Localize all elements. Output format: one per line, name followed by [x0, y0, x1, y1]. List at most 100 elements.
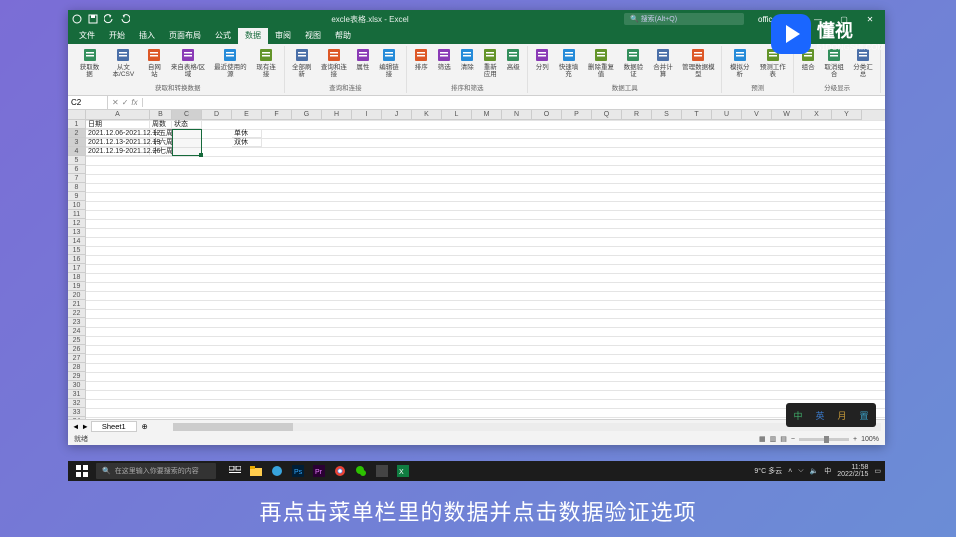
column-header[interactable]: F	[262, 110, 292, 120]
column-header[interactable]: Y	[832, 110, 862, 120]
row-header[interactable]: 28	[68, 363, 86, 372]
column-header[interactable]: M	[472, 110, 502, 120]
sheet-nav-next-icon[interactable]: ►	[81, 422, 88, 431]
column-header[interactable]: W	[772, 110, 802, 120]
row-header[interactable]: 25	[68, 336, 86, 345]
ribbon-button[interactable]: 删除重复值	[585, 46, 617, 79]
ribbon-button[interactable]: 全部刷新	[289, 46, 315, 79]
row-header[interactable]: 5	[68, 156, 86, 165]
ribbon-button[interactable]: 自网站	[144, 46, 165, 79]
redo-icon[interactable]	[120, 14, 130, 24]
save-icon[interactable]	[88, 14, 98, 24]
ime-tray-icon[interactable]: 中	[824, 466, 831, 476]
ribbon-tab-公式[interactable]: 公式	[208, 28, 238, 44]
notifications-icon[interactable]: ▭	[874, 467, 881, 475]
row-header[interactable]: 29	[68, 372, 86, 381]
task-view-icon[interactable]	[226, 463, 244, 479]
horizontal-scrollbar[interactable]	[173, 423, 881, 431]
ribbon-tab-插入[interactable]: 插入	[132, 28, 162, 44]
column-header[interactable]: E	[232, 110, 262, 120]
row-header[interactable]: 12	[68, 219, 86, 228]
sheet-nav-prev-icon[interactable]: ◄	[72, 422, 79, 431]
zoom-slider[interactable]	[799, 438, 849, 441]
column-header[interactable]: H	[322, 110, 352, 120]
app-icon[interactable]	[373, 463, 391, 479]
add-sheet-button[interactable]: ⊕	[139, 422, 151, 431]
row-header[interactable]: 4	[68, 147, 86, 156]
view-normal-icon[interactable]: ▦	[759, 435, 766, 443]
volume-icon[interactable]: 🔈	[810, 467, 819, 475]
column-header[interactable]: A	[86, 110, 150, 120]
column-header[interactable]: B	[150, 110, 172, 120]
column-header[interactable]: L	[442, 110, 472, 120]
column-header[interactable]: D	[202, 110, 232, 120]
view-pagebreak-icon[interactable]: ▤	[780, 435, 787, 443]
ribbon-tab-数据[interactable]: 数据	[238, 28, 268, 44]
ribbon-tab-审阅[interactable]: 审阅	[268, 28, 298, 44]
ribbon-button[interactable]: 编辑链接	[376, 46, 402, 79]
row-header[interactable]: 17	[68, 264, 86, 273]
view-pagelayout-icon[interactable]: ▥	[770, 435, 777, 443]
weather-widget[interactable]: 9°C 多云	[754, 466, 782, 476]
edge-icon[interactable]	[268, 463, 286, 479]
column-header[interactable]: K	[412, 110, 442, 120]
ribbon-button[interactable]: 合并计算	[650, 46, 677, 79]
column-header[interactable]: U	[712, 110, 742, 120]
ribbon-button[interactable]: 分列	[532, 46, 552, 72]
cell[interactable]: 双休	[232, 138, 262, 147]
clock[interactable]: 11:58 2022/2/15	[837, 464, 868, 478]
column-header[interactable]: V	[742, 110, 772, 120]
column-header[interactable]: C	[172, 110, 202, 120]
row-header[interactable]: 23	[68, 318, 86, 327]
cell[interactable]: 2021.12.06-2021.12.12	[86, 129, 150, 138]
tray-chevron-icon[interactable]: ˄	[788, 468, 792, 475]
tell-me-search[interactable]: 🔍 搜索(Alt+Q)	[624, 13, 744, 25]
cell[interactable]: 状态	[172, 120, 202, 129]
row-header[interactable]: 22	[68, 309, 86, 318]
ime-mode-en[interactable]: 英	[810, 405, 830, 425]
select-all-corner[interactable]	[68, 110, 86, 120]
row-header[interactable]: 14	[68, 237, 86, 246]
ribbon-tab-页面布局[interactable]: 页面布局	[162, 28, 208, 44]
row-header[interactable]: 13	[68, 228, 86, 237]
row-header[interactable]: 7	[68, 174, 86, 183]
name-box[interactable]: C2	[68, 96, 108, 109]
row-header[interactable]: 11	[68, 210, 86, 219]
ribbon-button[interactable]: 来自表格/区域	[168, 46, 208, 79]
ribbon-button[interactable]: 获取数据	[76, 46, 103, 79]
photoshop-icon[interactable]: Ps	[289, 463, 307, 479]
excel-icon[interactable]: X	[394, 463, 412, 479]
ribbon-button[interactable]: 筛选	[434, 46, 454, 72]
row-header[interactable]: 16	[68, 255, 86, 264]
column-header[interactable]: X	[802, 110, 832, 120]
column-header[interactable]: G	[292, 110, 322, 120]
premiere-icon[interactable]: Pr	[310, 463, 328, 479]
row-header[interactable]: 33	[68, 408, 86, 417]
start-button[interactable]	[72, 461, 92, 481]
explorer-icon[interactable]	[247, 463, 265, 479]
cells[interactable]: 日期周数状态2021.12.06-2021.12.12十五周单休2021.12.…	[86, 120, 885, 419]
ribbon-button[interactable]: 高级	[503, 46, 523, 72]
row-header[interactable]: 34	[68, 417, 86, 419]
ribbon-button[interactable]: 从文本/CSV	[106, 46, 141, 79]
ribbon-button[interactable]: 清除	[457, 46, 477, 72]
network-icon[interactable]: ⌵	[798, 467, 803, 475]
scrollbar-thumb[interactable]	[173, 423, 293, 431]
row-header[interactable]: 9	[68, 192, 86, 201]
ime-settings-icon[interactable]: 置	[854, 405, 874, 425]
undo-icon[interactable]	[104, 14, 114, 24]
zoom-in-button[interactable]: +	[853, 436, 857, 443]
column-header[interactable]: I	[352, 110, 382, 120]
fx-icon[interactable]: fx	[131, 98, 137, 107]
column-header[interactable]: S	[652, 110, 682, 120]
ribbon-tab-文件[interactable]: 文件	[72, 28, 102, 44]
chrome-icon[interactable]	[331, 463, 349, 479]
row-header[interactable]: 32	[68, 399, 86, 408]
row-header[interactable]: 21	[68, 300, 86, 309]
ribbon-tab-视图[interactable]: 视图	[298, 28, 328, 44]
column-header[interactable]: N	[502, 110, 532, 120]
ribbon-button[interactable]: 现有连接	[253, 46, 280, 79]
row-header[interactable]: 18	[68, 273, 86, 282]
row-header[interactable]: 27	[68, 354, 86, 363]
row-header[interactable]: 20	[68, 291, 86, 300]
